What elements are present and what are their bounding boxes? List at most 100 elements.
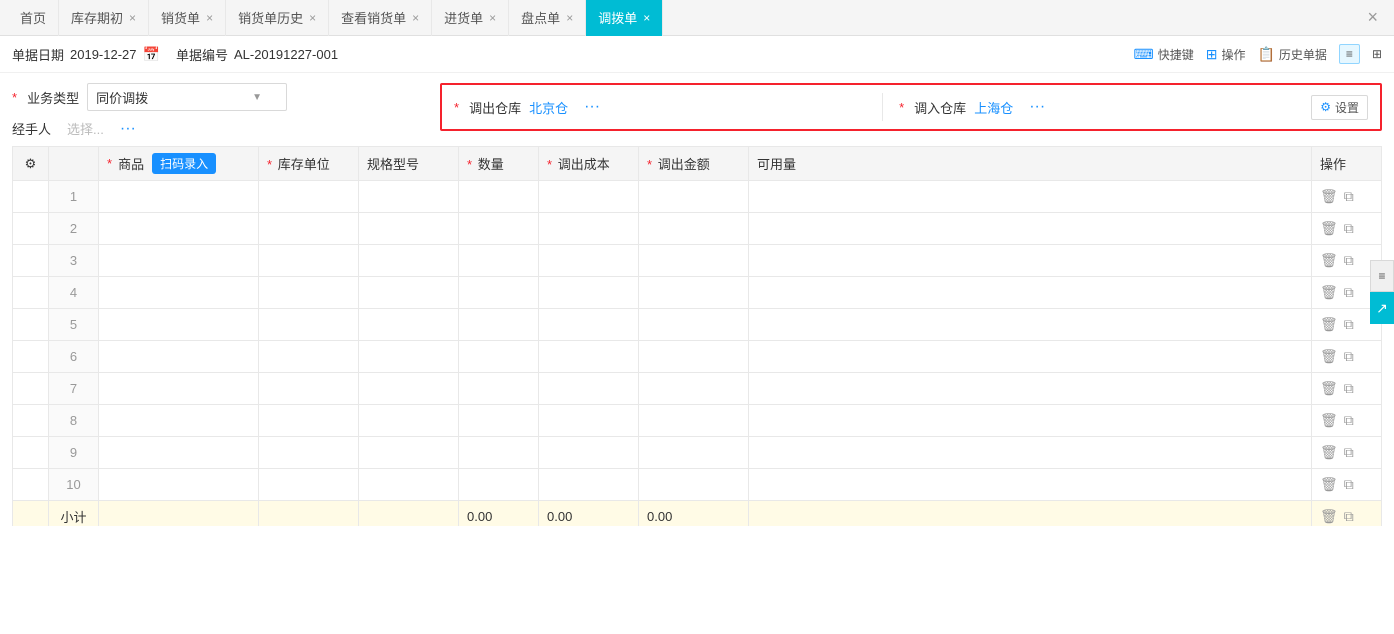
calendar-icon[interactable]: 📅 — [143, 46, 160, 63]
qty-cell[interactable] — [459, 181, 539, 213]
unit-cell[interactable] — [259, 309, 359, 341]
copy-row-icon[interactable]: ⧉ — [1344, 444, 1354, 461]
unit-cell[interactable] — [259, 213, 359, 245]
cost-cell[interactable] — [539, 245, 639, 277]
copy-icon[interactable]: ⧉ — [1344, 508, 1354, 525]
spec-cell[interactable] — [359, 341, 459, 373]
amount-cell[interactable] — [639, 309, 749, 341]
tab-home[interactable]: 首页 — [8, 0, 59, 36]
delete-row-icon[interactable]: 🗑 — [1320, 476, 1338, 493]
qty-cell[interactable] — [459, 405, 539, 437]
delete-row-icon[interactable]: 🗑 — [1320, 348, 1338, 365]
tab-stock-init[interactable]: 库存期初 × — [59, 0, 149, 36]
amount-cell[interactable] — [639, 469, 749, 501]
cost-cell[interactable] — [539, 277, 639, 309]
qty-cell[interactable] — [459, 437, 539, 469]
delete-row-icon[interactable]: 🗑 — [1320, 380, 1338, 397]
product-cell[interactable] — [99, 341, 259, 373]
close-tab-inventory[interactable]: × — [566, 11, 573, 25]
unit-cell[interactable] — [259, 405, 359, 437]
th-settings[interactable]: ⚙ — [13, 147, 49, 181]
spec-cell[interactable] — [359, 373, 459, 405]
product-cell[interactable] — [99, 405, 259, 437]
spec-cell[interactable] — [359, 181, 459, 213]
tab-sales-history[interactable]: 销货单历史 × — [226, 0, 329, 36]
close-tab-view-sales[interactable]: × — [412, 11, 419, 25]
qty-cell[interactable] — [459, 469, 539, 501]
spec-cell[interactable] — [359, 309, 459, 341]
delete-row-icon[interactable]: 🗑 — [1320, 316, 1338, 333]
cost-cell[interactable] — [539, 469, 639, 501]
product-cell[interactable] — [99, 245, 259, 277]
amount-cell[interactable] — [639, 405, 749, 437]
cost-cell[interactable] — [539, 341, 639, 373]
spec-cell[interactable] — [359, 469, 459, 501]
shortcut-button[interactable]: ⌨ 快捷键 — [1133, 46, 1193, 63]
close-tab-sales-history[interactable]: × — [309, 11, 316, 25]
unit-cell[interactable] — [259, 277, 359, 309]
in-warehouse-value[interactable]: 上海仓 — [974, 98, 1013, 117]
person-select[interactable]: 选择... — [67, 119, 104, 138]
unit-cell[interactable] — [259, 341, 359, 373]
copy-row-icon[interactable]: ⧉ — [1344, 316, 1354, 333]
amount-cell[interactable] — [639, 245, 749, 277]
out-warehouse-value[interactable]: 北京仓 — [529, 98, 568, 117]
view-toggle-grid[interactable]: ⊞ — [1372, 47, 1382, 61]
qty-cell[interactable] — [459, 277, 539, 309]
copy-row-icon[interactable]: ⧉ — [1344, 252, 1354, 269]
spec-cell[interactable] — [359, 245, 459, 277]
scan-button[interactable]: 扫码录入 — [152, 153, 216, 174]
cost-cell[interactable] — [539, 373, 639, 405]
spec-cell[interactable] — [359, 213, 459, 245]
qty-cell[interactable] — [459, 213, 539, 245]
delete-icon[interactable]: 🗑 — [1320, 508, 1338, 525]
unit-cell[interactable] — [259, 437, 359, 469]
settings-button[interactable]: ⚙ 设置 — [1311, 95, 1368, 120]
qty-cell[interactable] — [459, 309, 539, 341]
amount-cell[interactable] — [639, 181, 749, 213]
amount-cell[interactable] — [639, 341, 749, 373]
spec-cell[interactable] — [359, 405, 459, 437]
product-cell[interactable] — [99, 437, 259, 469]
product-cell[interactable] — [99, 309, 259, 341]
spec-cell[interactable] — [359, 277, 459, 309]
unit-cell[interactable] — [259, 469, 359, 501]
copy-row-icon[interactable]: ⧉ — [1344, 476, 1354, 493]
copy-row-icon[interactable]: ⧉ — [1344, 348, 1354, 365]
person-more-button[interactable]: ··· — [120, 120, 136, 138]
delete-row-icon[interactable]: 🗑 — [1320, 188, 1338, 205]
close-tab-sales-order[interactable]: × — [206, 11, 213, 25]
unit-cell[interactable] — [259, 181, 359, 213]
tab-inventory[interactable]: 盘点单 × — [509, 0, 586, 36]
close-window-button[interactable]: × — [1359, 7, 1386, 28]
delete-row-icon[interactable]: 🗑 — [1320, 444, 1338, 461]
copy-row-icon[interactable]: ⧉ — [1344, 188, 1354, 205]
product-cell[interactable] — [99, 469, 259, 501]
unit-cell[interactable] — [259, 373, 359, 405]
delete-row-icon[interactable]: 🗑 — [1320, 252, 1338, 269]
date-value[interactable]: 2019-12-27 — [70, 47, 137, 62]
qty-cell[interactable] — [459, 245, 539, 277]
cost-cell[interactable] — [539, 213, 639, 245]
tab-sales-order[interactable]: 销货单 × — [149, 0, 226, 36]
cost-cell[interactable] — [539, 405, 639, 437]
cost-cell[interactable] — [539, 437, 639, 469]
operations-button[interactable]: ⊞ 操作 — [1206, 46, 1246, 63]
side-export-button[interactable]: ↗ — [1370, 292, 1394, 324]
qty-cell[interactable] — [459, 341, 539, 373]
product-cell[interactable] — [99, 213, 259, 245]
tab-view-sales[interactable]: 查看销货单 × — [329, 0, 432, 36]
product-cell[interactable] — [99, 277, 259, 309]
product-cell[interactable] — [99, 373, 259, 405]
table-scroll-area[interactable]: ⚙ * 商品 扫码录入 * 库存单位 规格型号 — [12, 146, 1382, 526]
tab-transfer[interactable]: 调拨单 × — [586, 0, 663, 36]
tab-purchase[interactable]: 进货单 × — [432, 0, 509, 36]
cost-cell[interactable] — [539, 309, 639, 341]
copy-row-icon[interactable]: ⧉ — [1344, 380, 1354, 397]
close-tab-stock-init[interactable]: × — [129, 11, 136, 25]
amount-cell[interactable] — [639, 373, 749, 405]
amount-cell[interactable] — [639, 213, 749, 245]
in-warehouse-more-button[interactable]: ··· — [1029, 98, 1045, 116]
delete-row-icon[interactable]: 🗑 — [1320, 284, 1338, 301]
out-warehouse-more-button[interactable]: ··· — [584, 98, 600, 116]
